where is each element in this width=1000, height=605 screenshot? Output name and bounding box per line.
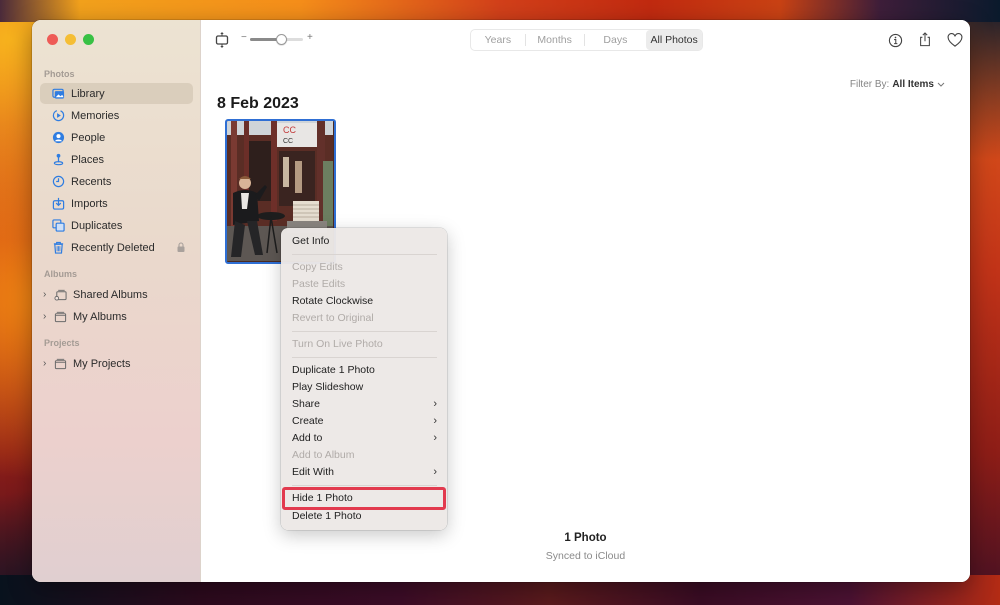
sidebar-section-projects: Projects	[44, 338, 80, 348]
shared-albums-icon	[54, 288, 67, 301]
info-icon[interactable]	[887, 32, 903, 48]
sidebar-item-people[interactable]: People	[40, 127, 193, 148]
menu-separator	[292, 254, 437, 255]
sidebar-item-places[interactable]: Places	[40, 149, 193, 170]
sidebar-item-label: My Albums	[73, 310, 127, 323]
photo-count: 1 Photo	[564, 532, 607, 544]
tab-days[interactable]: Days	[585, 30, 647, 50]
folder-icon	[54, 357, 67, 370]
sidebar-item-label: People	[71, 131, 106, 144]
slider-knob[interactable]	[276, 33, 288, 45]
submenu-chevron-icon: ›	[433, 432, 437, 444]
sidebar-item-label: My Projects	[73, 357, 131, 370]
icloud-sync-status: Synced to iCloud	[545, 550, 626, 562]
menu-item-delete-photo[interactable]: Delete 1 Photo	[292, 508, 437, 525]
people-icon	[52, 131, 65, 144]
menu-separator	[292, 357, 437, 358]
menu-item-copy-edits: Copy Edits	[292, 261, 343, 273]
menu-separator	[292, 485, 437, 486]
menu-item-label: Share	[292, 398, 321, 410]
duplicates-icon	[52, 219, 65, 232]
sidebar-item-shared-albums[interactable]: › Shared Albums	[40, 284, 193, 305]
tab-months[interactable]: Months	[526, 30, 584, 50]
zoom-in-button[interactable]: +	[307, 32, 313, 43]
tab-all-photos[interactable]: All Photos	[646, 30, 703, 50]
aspect-ratio-toggle-icon[interactable]	[214, 31, 230, 49]
submenu-chevron-icon: ›	[433, 466, 437, 478]
view-tabs: Years Months Days All Photos	[470, 29, 703, 51]
sidebar-item-imports[interactable]: Imports	[40, 193, 193, 214]
sidebar-item-label: Recents	[71, 175, 112, 188]
memories-icon	[52, 109, 65, 122]
menu-item-duplicate-photo[interactable]: Duplicate 1 Photo	[292, 362, 437, 379]
context-menu: Get Info Copy Edits Paste Edits Rotate C…	[281, 228, 447, 530]
sidebar-item-label: Recently Deleted	[71, 241, 155, 254]
hide-photo-highlight-annotation	[282, 487, 446, 510]
menu-item-label: Edit With	[292, 466, 335, 478]
menu-item-label: Create	[292, 415, 324, 427]
imports-icon	[52, 197, 65, 210]
submenu-chevron-icon: ›	[433, 415, 437, 427]
sidebar-item-label: Imports	[71, 197, 108, 210]
menu-item-add-to-album: Add to Album	[292, 449, 355, 461]
folder-icon	[54, 310, 67, 323]
share-icon[interactable]	[917, 30, 933, 48]
desktop-wallpaper-top	[0, 0, 1000, 22]
menu-item-label: Add to	[292, 432, 323, 444]
chevron-right-icon[interactable]: ›	[43, 358, 52, 369]
svg-text:CC: CC	[283, 125, 296, 135]
menu-item-add-to[interactable]: Add to ›	[292, 430, 437, 447]
sidebar-item-label: Shared Albums	[73, 288, 148, 301]
lock-icon	[177, 242, 185, 252]
svg-text:CC: CC	[283, 138, 293, 145]
menu-item-turn-on-live-photo: Turn On Live Photo	[292, 338, 383, 350]
sidebar: Photos Library Memories People Places Re…	[32, 20, 201, 582]
menu-item-play-slideshow[interactable]: Play Slideshow	[292, 379, 437, 396]
sidebar-section-albums: Albums	[44, 269, 78, 279]
favorite-heart-icon[interactable]	[946, 32, 963, 48]
minimize-window-button[interactable]	[65, 34, 76, 45]
sidebar-item-label: Memories	[71, 109, 120, 122]
menu-item-rotate-clockwise[interactable]: Rotate Clockwise	[292, 293, 437, 310]
sidebar-item-recents[interactable]: Recents	[40, 171, 193, 192]
submenu-chevron-icon: ›	[433, 398, 437, 410]
window-controls	[47, 34, 94, 45]
tab-years[interactable]: Years	[471, 30, 525, 50]
menu-item-paste-edits: Paste Edits	[292, 278, 346, 290]
sidebar-item-label: Places	[71, 153, 105, 166]
library-icon	[52, 87, 65, 100]
sidebar-item-my-projects[interactable]: › My Projects	[40, 353, 193, 374]
thumbnail-size-slider[interactable]	[250, 33, 303, 45]
recents-icon	[52, 175, 65, 188]
menu-item-create[interactable]: Create ›	[292, 413, 437, 430]
chevron-down-icon	[937, 82, 945, 87]
places-icon	[52, 153, 65, 166]
menu-separator	[292, 331, 437, 332]
close-window-button[interactable]	[47, 34, 58, 45]
trash-icon	[52, 241, 65, 254]
menu-item-get-info[interactable]: Get Info	[292, 233, 437, 250]
menu-item-revert-to-original: Revert to Original	[292, 312, 374, 324]
zoom-window-button[interactable]	[83, 34, 94, 45]
sidebar-item-library[interactable]: Library	[40, 83, 193, 104]
filter-label: Filter By:	[849, 79, 890, 90]
sidebar-item-label: Library	[71, 87, 105, 100]
menu-item-edit-with[interactable]: Edit With ›	[292, 464, 437, 481]
filter-value: All Items	[892, 79, 934, 90]
chevron-right-icon[interactable]: ›	[43, 311, 52, 322]
chevron-right-icon[interactable]: ›	[43, 289, 52, 300]
date-section-heading: 8 Feb 2023	[217, 95, 299, 112]
menu-item-share[interactable]: Share ›	[292, 396, 437, 413]
sidebar-item-memories[interactable]: Memories	[40, 105, 193, 126]
sidebar-section-photos: Photos	[44, 69, 75, 79]
toolbar: − + Years Months Days All Photos	[201, 20, 970, 60]
filter-by-dropdown[interactable]: Filter By: All Items	[850, 79, 945, 90]
sidebar-item-label: Duplicates	[71, 219, 123, 232]
photos-app-window: Photos Library Memories People Places Re…	[32, 20, 970, 582]
sidebar-item-my-albums[interactable]: › My Albums	[40, 306, 193, 327]
zoom-out-button[interactable]: −	[241, 32, 247, 43]
sidebar-item-recently-deleted[interactable]: Recently Deleted	[40, 237, 193, 258]
sidebar-item-duplicates[interactable]: Duplicates	[40, 215, 193, 236]
